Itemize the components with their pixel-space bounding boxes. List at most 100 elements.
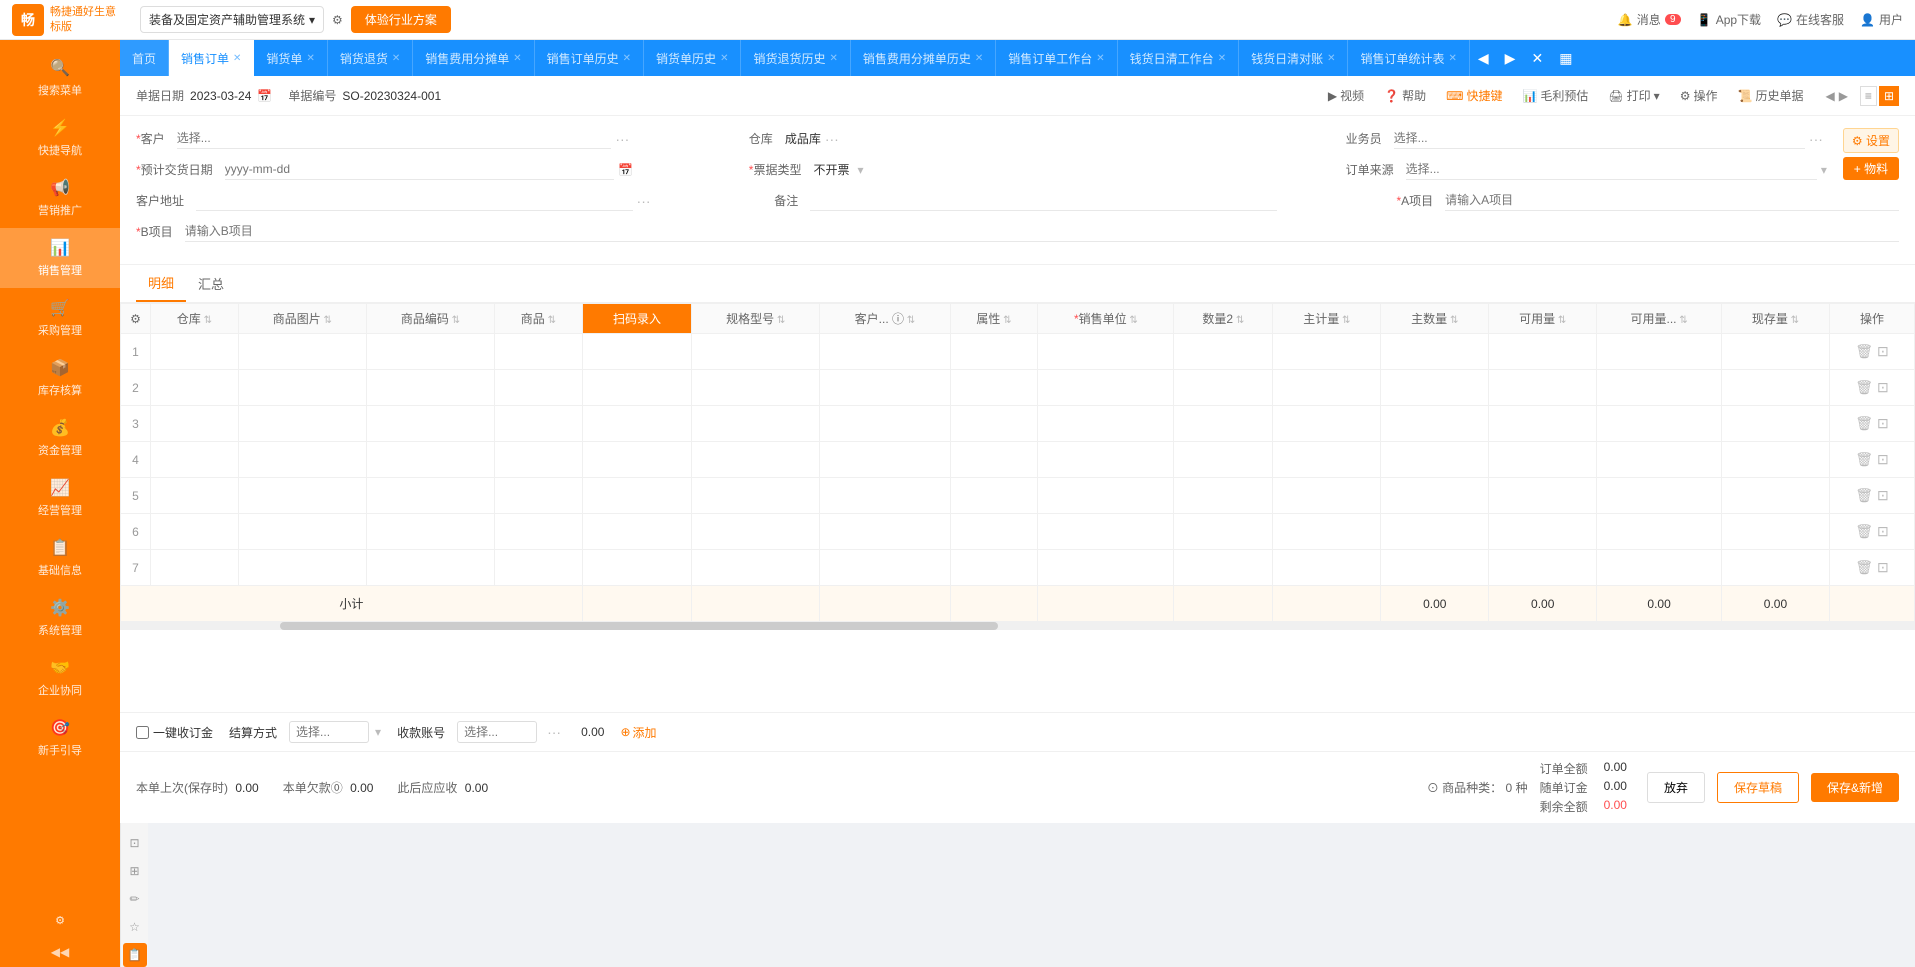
staff-more-icon[interactable]: ··· [1805,131,1827,147]
col-spec[interactable]: 规格型号 [692,304,820,334]
tab-prev-button[interactable]: ◀ [1470,40,1497,76]
sidebar-settings[interactable]: ⚙ [0,904,120,937]
sidebar-item-purchase[interactable]: 🛒 采购管理 [0,288,120,348]
source-dropdown-icon[interactable]: ▾ [1821,163,1827,177]
right-panel-btn-5[interactable]: 📋 [123,943,147,967]
tab-close-icon[interactable]: ✕ [1449,53,1457,64]
tab-sales-invoice[interactable]: 销货单 ✕ [254,40,327,76]
tab-statistics[interactable]: 销售订单统计表 ✕ [1348,40,1469,76]
save-new-button[interactable]: 保存&新增 [1811,773,1899,802]
right-panel-btn-2[interactable]: ⊞ [123,859,147,883]
solution-button[interactable]: 体验行业方案 [351,6,451,33]
payment-method-input[interactable] [289,721,369,743]
sidebar-item-inventory[interactable]: 📦 库存核算 [0,348,120,408]
sidebar-item-marketing[interactable]: 📢 营销推广 [0,168,120,228]
tab-workbench[interactable]: 销售订单工作台 ✕ [996,40,1117,76]
settings-icon[interactable]: ⚙ [332,13,343,27]
tab-menu-button[interactable]: ▦ [1551,40,1580,76]
right-panel-btn-4[interactable]: ☆ [123,915,147,939]
sidebar-item-finance[interactable]: 💰 资金管理 [0,408,120,468]
row-copy-button[interactable]: ⊡ [1877,343,1889,360]
discard-button[interactable]: 放弃 [1647,772,1705,803]
settings-button[interactable]: ⚙ 设置 [1843,128,1899,153]
col-scan[interactable]: 扫码录入 [582,304,691,334]
add-payment-button[interactable]: ⊕ 添加 [620,724,656,741]
collapse-button[interactable]: ◀◀ [0,937,120,967]
add-product-button[interactable]: + 物料 [1843,157,1899,180]
right-panel-btn-1[interactable]: ⊡ [123,831,147,855]
tab-sales-return[interactable]: 销货退货 ✕ [328,40,413,76]
sidebar-item-guide[interactable]: 🎯 新手引导 [0,708,120,768]
scroll-track[interactable] [120,622,1915,630]
nav-next-icon[interactable]: ▶ [1839,89,1848,103]
row-copy-button[interactable]: ⊡ [1877,415,1889,432]
tab-sales-expense[interactable]: 销售费用分摊单 ✕ [413,40,534,76]
order-source-input[interactable] [1406,159,1817,180]
col-attr[interactable]: 属性 [950,304,1038,334]
user-item[interactable]: 👤 用户 [1860,11,1903,28]
tab-close-icon[interactable]: ✕ [1096,53,1104,64]
app-download-item[interactable]: 📱 App下载 [1697,11,1761,28]
ticket-dropdown-icon[interactable]: ▾ [858,163,864,177]
print-button[interactable]: 🖨 打印 ▾ [1602,84,1665,107]
sidebar-item-enterprise[interactable]: 🤝 企业协同 [0,648,120,708]
tab-close-icon[interactable]: ✕ [623,53,631,64]
delivery-date-input[interactable] [225,159,615,180]
tab-close-icon[interactable]: ✕ [306,53,314,64]
one-click-checkbox-label[interactable]: 一键收订金 [136,724,213,741]
method-dropdown-icon[interactable]: ▾ [375,725,381,739]
col-warehouse[interactable]: 仓库 [151,304,239,334]
notification-item[interactable]: 🔔 消息 9 [1618,11,1681,28]
calendar-icon[interactable]: 📅 [618,163,633,177]
payment-account-input[interactable] [457,721,537,743]
row-copy-button[interactable]: ⊡ [1877,559,1889,576]
row-delete-button[interactable]: 🗑 [1855,379,1873,396]
tab-close-icon[interactable]: ✕ [392,53,400,64]
row-delete-button[interactable]: 🗑 [1855,487,1873,504]
tab-close-icon[interactable]: ✕ [720,53,728,64]
tab-home[interactable]: 首页 [120,40,169,76]
row-delete-button[interactable]: 🗑 [1855,559,1873,576]
tab-detail[interactable]: 明细 [136,265,186,302]
nav-prev-icon[interactable]: ◀ [1825,89,1834,103]
tab-expense-history[interactable]: 销售费用分摊单历史 ✕ [851,40,996,76]
col-gear[interactable]: ⚙ [121,304,151,334]
col-qty2[interactable]: 数量2 [1174,304,1273,334]
col-unit[interactable]: *销售单位 [1038,304,1174,334]
sidebar-item-operation[interactable]: 📈 经营管理 [0,468,120,528]
tab-close-icon[interactable]: ✕ [1218,53,1226,64]
tab-close-icon[interactable]: ✕ [1327,53,1335,64]
shortcut-button[interactable]: ⌨ 快捷键 [1440,84,1508,107]
col-available[interactable]: 可用量 [1489,304,1597,334]
operation-button[interactable]: ⚙ 操作 [1674,84,1724,107]
col-main-qty[interactable]: 主数量 [1381,304,1489,334]
col-main-unit[interactable]: 主计量 [1273,304,1381,334]
row-copy-button[interactable]: ⊡ [1877,487,1889,504]
tab-return-history[interactable]: 销货退货历史 ✕ [741,40,850,76]
sidebar-item-basic[interactable]: 📋 基础信息 [0,528,120,588]
a-project-input[interactable] [1445,190,1899,211]
row-delete-button[interactable]: 🗑 [1855,523,1873,540]
history-button[interactable]: 📜 历史单据 [1731,84,1809,107]
grid-view-icon[interactable]: ⊞ [1879,86,1899,106]
system-selector[interactable]: 装备及固定资产辅助管理系统 ▾ [140,6,324,33]
tab-close-icon[interactable]: ✕ [975,53,983,64]
row-copy-button[interactable]: ⊡ [1877,379,1889,396]
tab-daily-workbench[interactable]: 钱货日清工作台 ✕ [1118,40,1239,76]
tab-close-icon[interactable]: ✕ [513,53,521,64]
staff-input[interactable] [1394,128,1805,149]
account-more-icon[interactable]: ··· [543,724,565,740]
col-product[interactable]: 商品 [495,304,583,334]
tab-close-icon[interactable]: ✕ [829,53,837,64]
col-code[interactable]: 商品编码 [366,304,494,334]
scroll-thumb[interactable] [280,622,998,630]
b-project-input[interactable] [185,221,1899,242]
customer-more-icon[interactable]: ··· [611,131,633,147]
tab-close-all-button[interactable]: ✕ [1523,40,1551,76]
tab-summary[interactable]: 汇总 [186,266,236,301]
right-panel-btn-3[interactable]: ✏ [123,887,147,911]
col-available2[interactable]: 可用量... [1597,304,1722,334]
tab-close-icon[interactable]: ✕ [233,53,241,64]
row-delete-button[interactable]: 🗑 [1855,343,1873,360]
customer-address-input[interactable] [196,190,633,211]
